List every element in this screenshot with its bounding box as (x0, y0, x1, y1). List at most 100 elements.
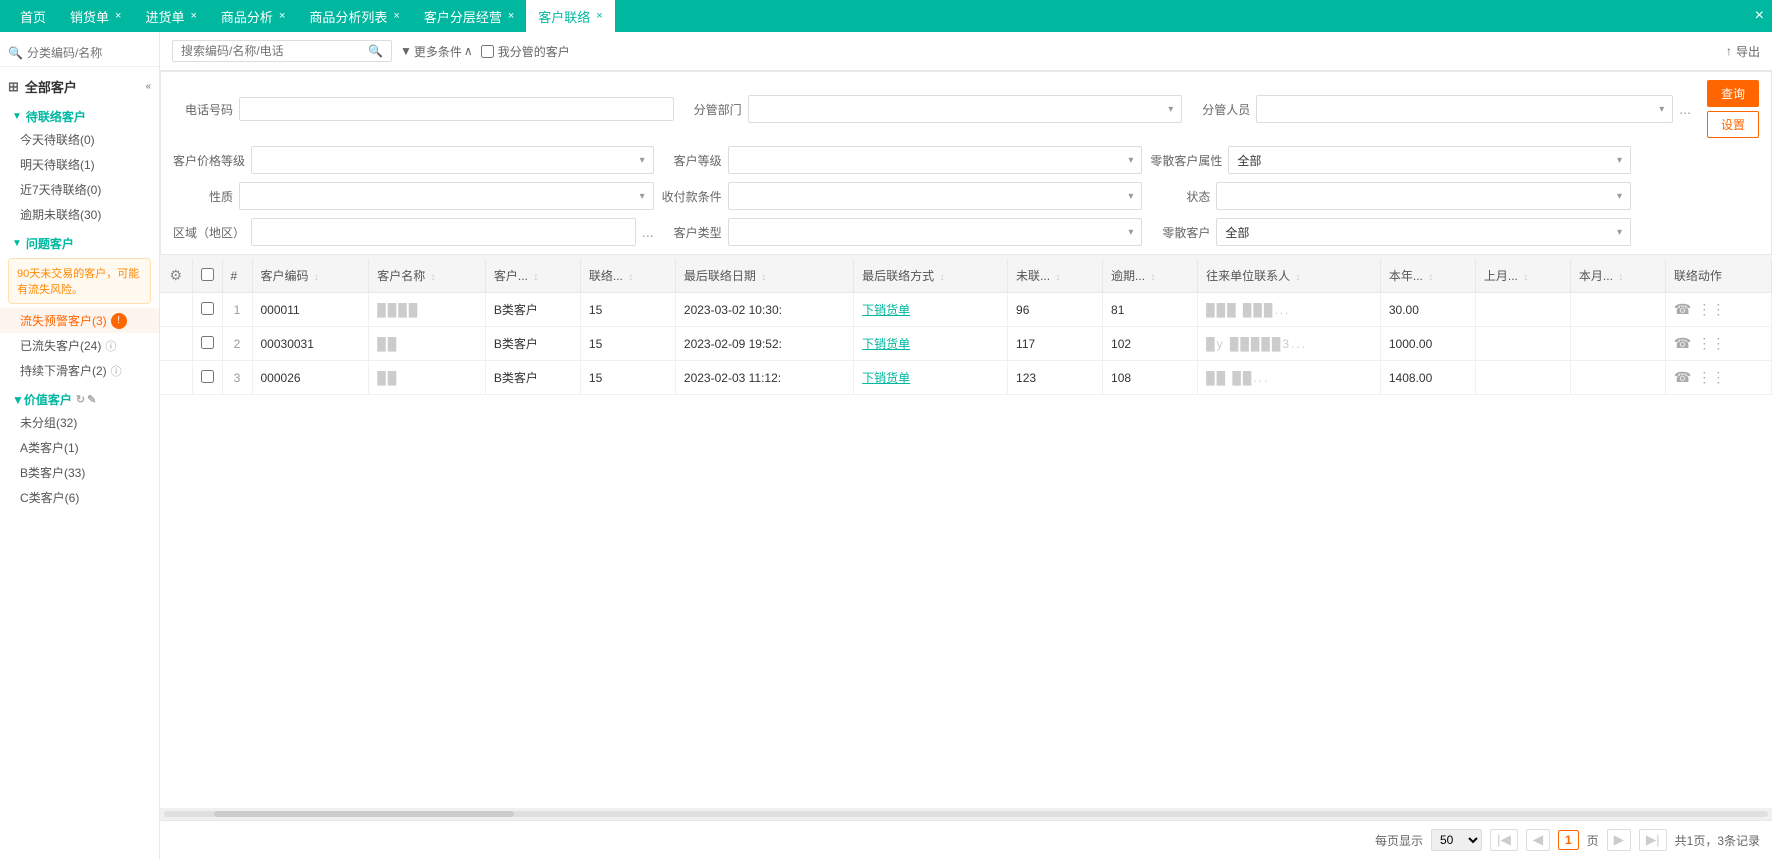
row-checkbox-2[interactable] (201, 336, 214, 349)
contact-icon-3[interactable]: ☎ (1674, 369, 1691, 386)
th-settings[interactable]: ⚙ (160, 259, 192, 293)
dots-person-btn[interactable]: ... (1679, 101, 1691, 117)
th-last-method[interactable]: 最后联络方式 ↕ (854, 259, 1008, 293)
td-checkbox-1[interactable] (192, 293, 222, 327)
filter-select-nature[interactable]: ▾ (239, 182, 654, 210)
settings-button[interactable]: 设置 (1707, 111, 1759, 138)
close-tab-product-list[interactable]: × (393, 10, 399, 22)
dots-region-btn[interactable]: ... (642, 224, 654, 240)
td-method-3[interactable]: 下销货单 (854, 361, 1008, 395)
filter-input-phone[interactable] (239, 97, 674, 121)
sidebar-all-customers[interactable]: ⊞ 全部客户 « (0, 71, 159, 102)
sidebar-group-title-problem[interactable]: ▼ 问题客户 (0, 231, 159, 254)
sidebar-group-title-pending[interactable]: ▼ 待联络客户 (0, 104, 159, 127)
th-uncontacted[interactable]: 未联... ↕ (1008, 259, 1103, 293)
prev-page-btn[interactable]: ◀ (1526, 829, 1550, 851)
table-body: 1 000011 ████ B类客户 15 2023-03-02 10:30: … (160, 293, 1772, 395)
sidebar-item-churn-warning[interactable]: 流失预警客户(3) ! (0, 308, 159, 333)
last-page-btn[interactable]: ▶| (1639, 829, 1667, 851)
sidebar-search: 🔍 (0, 40, 159, 67)
filter-select-scatter[interactable]: 全部 ▾ (1216, 218, 1631, 246)
chevron-status-icon: ▾ (1617, 191, 1622, 202)
sidebar-item-declining[interactable]: 持续下滑客户(2) ⓘ (0, 358, 159, 383)
sidebar-group-title-value[interactable]: ▼ 价值客户 ↻ ✎ (0, 387, 159, 410)
contact-icon-1[interactable]: ☎ (1674, 301, 1691, 318)
nav-home[interactable]: 首页 (8, 0, 58, 32)
sidebar-item-ungrouped[interactable]: 未分组(32) (0, 410, 159, 435)
export-button[interactable]: ↑ 导出 (1726, 43, 1760, 60)
th-contact[interactable]: 联络... ↕ (580, 259, 675, 293)
query-button[interactable]: 查询 (1707, 80, 1759, 107)
more-action-icon-2[interactable]: ⋮⋮ (1697, 335, 1725, 352)
nav-tab-product-analysis[interactable]: 商品分析 × (209, 0, 297, 32)
edit-icon-value[interactable]: ✎ (87, 393, 96, 406)
sidebar-item-churned[interactable]: 已流失客户(24) ⓘ (0, 333, 159, 358)
horizontal-scrollbar[interactable] (160, 808, 1772, 820)
close-tab-sales[interactable]: × (115, 10, 121, 22)
th-last-month[interactable]: 上月... ↕ (1475, 259, 1570, 293)
filter-select-customer-grade[interactable]: ▾ (728, 146, 1143, 174)
th-checkbox[interactable] (192, 259, 222, 293)
close-all-btn[interactable]: × (1755, 7, 1764, 25)
nav-tab-customer-contact[interactable]: 客户联络 × (526, 0, 614, 32)
my-customers-checkbox[interactable]: 我分管的客户 (481, 43, 570, 60)
more-conditions-btn[interactable]: ▼ 更多条件 ∧ (400, 43, 473, 60)
filter-select-status[interactable]: ▾ (1216, 182, 1631, 210)
collapse-icon[interactable]: « (145, 81, 151, 92)
search-button[interactable]: 🔍 (368, 44, 383, 58)
th-name[interactable]: 客户名称 ↕ (369, 259, 486, 293)
sidebar-search-input[interactable] (27, 46, 151, 60)
th-this-year[interactable]: 本年... ↕ (1380, 259, 1475, 293)
first-page-btn[interactable]: |◀ (1490, 829, 1518, 851)
sidebar-item-7days[interactable]: 近7天待联络(0) (0, 177, 159, 202)
filter-select-region[interactable] (251, 218, 636, 246)
sidebar-item-a-class[interactable]: A类客户(1) (0, 435, 159, 460)
close-tab-customer-contact[interactable]: × (596, 10, 602, 22)
scrollbar-track[interactable] (164, 811, 1768, 817)
th-unit-contact[interactable]: 往来单位联系人 ↕ (1198, 259, 1381, 293)
filter-select-dept[interactable]: ▾ (748, 95, 1183, 123)
th-last-date[interactable]: 最后联络日期 ↕ (675, 259, 853, 293)
row-checkbox-3[interactable] (201, 370, 214, 383)
filter-select-scatter-attr[interactable]: 全部 ▾ (1228, 146, 1631, 174)
th-code[interactable]: 客户编码 ↕ (252, 259, 369, 293)
nav-tab-customer-layer[interactable]: 客户分层经营 × (412, 0, 526, 32)
td-checkbox-3[interactable] (192, 361, 222, 395)
per-page-select[interactable]: 50 100 200 (1431, 829, 1482, 851)
my-customers-check[interactable] (481, 45, 494, 58)
filter-label-customer-grade: 客户等级 (662, 152, 722, 169)
row-checkbox-1[interactable] (201, 302, 214, 315)
sidebar-item-c-class[interactable]: C类客户(6) (0, 485, 159, 510)
th-type[interactable]: 客户... ↕ (485, 259, 580, 293)
th-overdue[interactable]: 逾期... ↕ (1103, 259, 1198, 293)
sidebar-item-b-class[interactable]: B类客户(33) (0, 460, 159, 485)
sidebar-item-overdue[interactable]: 逾期未联络(30) (0, 202, 159, 227)
td-method-1[interactable]: 下销货单 (854, 293, 1008, 327)
td-checkbox-2[interactable] (192, 327, 222, 361)
nav-tab-sales[interactable]: 销货单 × (58, 0, 133, 32)
close-tab-customer-layer[interactable]: × (508, 10, 514, 22)
sidebar-item-tomorrow[interactable]: 明天待联络(1) (0, 152, 159, 177)
filter-select-price-grade[interactable]: ▾ (251, 146, 654, 174)
filter-select-payment[interactable]: ▾ (728, 182, 1143, 210)
filter-select-person[interactable]: ▾ (1256, 95, 1673, 123)
close-tab-product-analysis[interactable]: × (279, 10, 285, 22)
td-method-2[interactable]: 下销货单 (854, 327, 1008, 361)
filter-select-customer-type[interactable]: ▾ (728, 218, 1143, 246)
td-unit-1: ███ ███... (1198, 293, 1381, 327)
sidebar-item-today[interactable]: 今天待联络(0) (0, 127, 159, 152)
next-page-btn[interactable]: ▶ (1607, 829, 1631, 851)
nav-tab-purchase[interactable]: 进货单 × (133, 0, 208, 32)
search-input[interactable] (181, 44, 364, 58)
info-icon-churned: ⓘ (105, 338, 116, 354)
close-tab-purchase[interactable]: × (190, 10, 196, 22)
contact-icon-2[interactable]: ☎ (1674, 335, 1691, 352)
more-action-icon-1[interactable]: ⋮⋮ (1697, 301, 1725, 318)
gear-icon[interactable]: ⚙ (169, 267, 182, 283)
more-action-icon-3[interactable]: ⋮⋮ (1697, 369, 1725, 386)
th-this-month[interactable]: 本月... ↕ (1570, 259, 1665, 293)
select-all-checkbox[interactable] (201, 268, 214, 281)
nav-tab-product-list[interactable]: 商品分析列表 × (297, 0, 411, 32)
refresh-icon-value[interactable]: ↻ (76, 393, 85, 406)
scrollbar-thumb[interactable] (214, 811, 514, 817)
